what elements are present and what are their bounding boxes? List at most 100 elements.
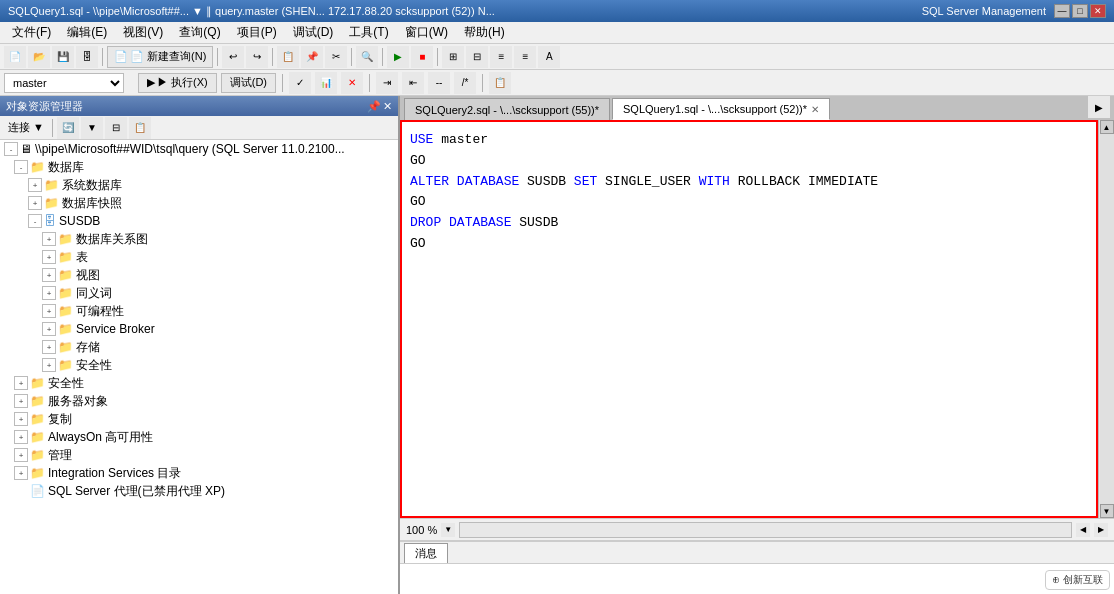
tab-scroll-right-button[interactable]: ▶: [1088, 96, 1110, 118]
programmability-node[interactable]: + 📁 可编程性: [0, 302, 398, 320]
menu-debug[interactable]: 调试(D): [285, 22, 342, 43]
synonyms-expand-icon[interactable]: +: [42, 286, 56, 300]
zoom-dropdown-button[interactable]: ▼: [441, 523, 455, 537]
menu-query[interactable]: 查询(Q): [171, 22, 228, 43]
toolbar-btn-9[interactable]: ≡: [490, 46, 512, 68]
tab-query1-close-icon[interactable]: ✕: [811, 104, 819, 115]
tables-node[interactable]: + 📁 表: [0, 248, 398, 266]
management-node[interactable]: + 📁 管理: [0, 446, 398, 464]
susdb-security-node[interactable]: + 📁 安全性: [0, 356, 398, 374]
undo-button[interactable]: ↩: [222, 46, 244, 68]
cancel-execute-button[interactable]: ✕: [341, 72, 363, 94]
code-editor[interactable]: USE master GO ALTER DATABASE SUSDB SET S…: [400, 120, 1098, 518]
susdb-node[interactable]: - 🗄 SUSDB: [0, 212, 398, 230]
oe-close-icon[interactable]: ✕: [383, 100, 392, 113]
service-broker-node[interactable]: + 📁 Service Broker: [0, 320, 398, 338]
toolbar-btn-11[interactable]: A: [538, 46, 560, 68]
toolbar-btn-8[interactable]: ⊟: [466, 46, 488, 68]
new-query-button[interactable]: 📄 📄 新建查询(N): [107, 46, 213, 68]
search-button[interactable]: 🔍: [356, 46, 378, 68]
server-objects-expand-icon[interactable]: +: [14, 394, 28, 408]
toolbar-btn-7[interactable]: ⊞: [442, 46, 464, 68]
vertical-scrollbar[interactable]: ▲ ▼: [1098, 120, 1114, 518]
indent-button[interactable]: ⇥: [376, 72, 398, 94]
copy-button[interactable]: 📋: [277, 46, 299, 68]
top-security-expand-icon[interactable]: +: [14, 376, 28, 390]
oe-filter-button[interactable]: ▼: [81, 117, 103, 139]
scroll-right-button[interactable]: ▶: [1094, 523, 1108, 537]
oe-collapse-button[interactable]: ⊟: [105, 117, 127, 139]
snapshots-node[interactable]: + 📁 数据库快照: [0, 194, 398, 212]
menu-view[interactable]: 视图(V): [115, 22, 171, 43]
storage-node[interactable]: + 📁 存储: [0, 338, 398, 356]
synonyms-node[interactable]: + 📁 同义词: [0, 284, 398, 302]
server-objects-node[interactable]: + 📁 服务器对象: [0, 392, 398, 410]
integration-expand-icon[interactable]: +: [14, 466, 28, 480]
management-expand-icon[interactable]: +: [14, 448, 28, 462]
integration-node[interactable]: + 📁 Integration Services 目录: [0, 464, 398, 482]
new-file-button[interactable]: 📄: [4, 46, 26, 68]
scroll-down-button[interactable]: ▼: [1100, 504, 1114, 518]
menu-help[interactable]: 帮助(H): [456, 22, 513, 43]
parse-button[interactable]: ✓: [289, 72, 311, 94]
toolbar-btn-10[interactable]: ≡: [514, 46, 536, 68]
comment-button[interactable]: --: [428, 72, 450, 94]
menu-tools[interactable]: 工具(T): [341, 22, 396, 43]
oe-pin-icon[interactable]: 📌: [367, 100, 381, 113]
unindent-button[interactable]: ⇤: [402, 72, 424, 94]
display-button[interactable]: 📊: [315, 72, 337, 94]
menu-file[interactable]: 文件(F): [4, 22, 59, 43]
scroll-track[interactable]: [1100, 134, 1114, 504]
susdb-expand-icon[interactable]: -: [28, 214, 42, 228]
system-db-node[interactable]: + 📁 系统数据库: [0, 176, 398, 194]
debug-button[interactable]: 调试(D): [221, 73, 276, 93]
uncomment-button[interactable]: /*: [454, 72, 476, 94]
susdb-security-expand-icon[interactable]: +: [42, 358, 56, 372]
server-expand-icon[interactable]: -: [4, 142, 18, 156]
server-node[interactable]: - 🖥 \\pipe\Microsoft##WID\tsql\query (SQ…: [0, 140, 398, 158]
open-button[interactable]: 📂: [28, 46, 50, 68]
sql-agent-node[interactable]: + 📄 SQL Server 代理(已禁用代理 XP): [0, 482, 398, 500]
programmability-expand-icon[interactable]: +: [42, 304, 56, 318]
views-expand-icon[interactable]: +: [42, 268, 56, 282]
oe-properties-button[interactable]: 📋: [129, 117, 151, 139]
system-db-expand-icon[interactable]: +: [28, 178, 42, 192]
menu-edit[interactable]: 编辑(E): [59, 22, 115, 43]
tables-expand-icon[interactable]: +: [42, 250, 56, 264]
scroll-up-button[interactable]: ▲: [1100, 120, 1114, 134]
replication-node[interactable]: + 📁 复制: [0, 410, 398, 428]
maximize-button[interactable]: □: [1072, 4, 1088, 18]
alwayson-node[interactable]: + 📁 AlwaysOn 高可用性: [0, 428, 398, 446]
scroll-left-button[interactable]: ◀: [1076, 523, 1090, 537]
paste-button[interactable]: 📌: [301, 46, 323, 68]
save-button[interactable]: 💾: [52, 46, 74, 68]
run-button[interactable]: ▶: [387, 46, 409, 68]
replication-expand-icon[interactable]: +: [14, 412, 28, 426]
alwayson-expand-icon[interactable]: +: [14, 430, 28, 444]
redo-button[interactable]: ↪: [246, 46, 268, 68]
tab-query2[interactable]: SQLQuery2.sql - \...\scksupport (55))*: [404, 98, 610, 120]
execute-button[interactable]: ▶ ▶ 执行(X): [138, 73, 217, 93]
db-diagrams-expand-icon[interactable]: +: [42, 232, 56, 246]
views-node[interactable]: + 📁 视图: [0, 266, 398, 284]
menu-project[interactable]: 项目(P): [229, 22, 285, 43]
snapshots-expand-icon[interactable]: +: [28, 196, 42, 210]
menu-window[interactable]: 窗口(W): [397, 22, 456, 43]
minimize-button[interactable]: —: [1054, 4, 1070, 18]
horizontal-scrollbar[interactable]: [459, 522, 1072, 538]
databases-expand-icon[interactable]: -: [14, 160, 28, 174]
database-selector[interactable]: master SUSDB model msdb tempdb: [4, 73, 124, 93]
messages-tab[interactable]: 消息: [404, 543, 448, 563]
cut-button[interactable]: ✂: [325, 46, 347, 68]
service-broker-expand-icon[interactable]: +: [42, 322, 56, 336]
oe-refresh-button[interactable]: 🔄: [57, 117, 79, 139]
storage-expand-icon[interactable]: +: [42, 340, 56, 354]
close-button[interactable]: ✕: [1090, 4, 1106, 18]
tab-query1[interactable]: SQLQuery1.sql - \...\scksupport (52))* ✕: [612, 98, 830, 120]
db-diagrams-node[interactable]: + 📁 数据库关系图: [0, 230, 398, 248]
save-all-button[interactable]: 🗄: [76, 46, 98, 68]
stop-button[interactable]: ■: [411, 46, 433, 68]
databases-node[interactable]: - 📁 数据库: [0, 158, 398, 176]
results-button[interactable]: 📋: [489, 72, 511, 94]
top-security-node[interactable]: + 📁 安全性: [0, 374, 398, 392]
